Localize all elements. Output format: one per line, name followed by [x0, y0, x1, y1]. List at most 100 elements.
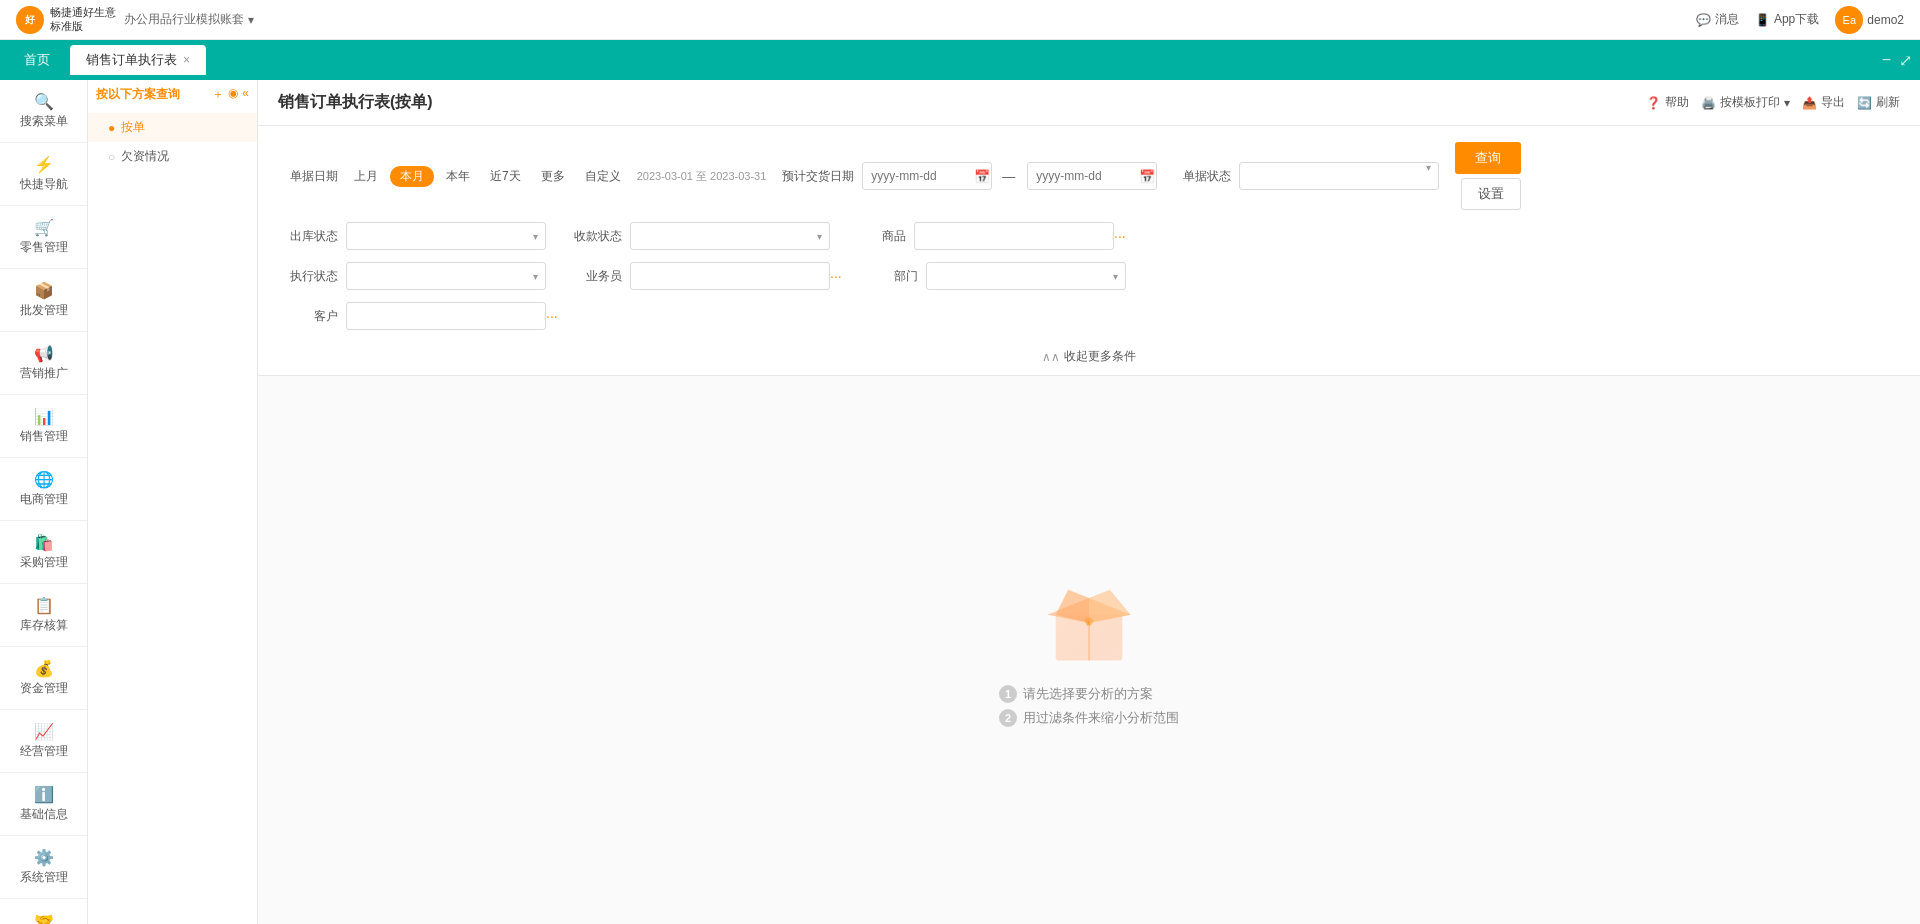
sidebar-item-finance-mgmt[interactable]: 💰 资金管理 [0, 647, 87, 710]
sidebar-item-enterprise-collab[interactable]: 🤝 企业协同 [0, 899, 87, 924]
exec-status-label: 执行状态 [278, 268, 338, 285]
message-button[interactable]: 💬 消息 [1696, 11, 1739, 28]
svg-marker-3 [1089, 590, 1131, 623]
customer-ellipsis-icon[interactable]: ··· [546, 308, 558, 324]
topbar-right: 💬 消息 📱 App下载 Ea demo2 [1696, 6, 1904, 34]
empty-state: ★ 1 请先选择要分析的方案 2 用过滤条件来缩小分析范围 [999, 573, 1179, 727]
empty-hints: 1 请先选择要分析的方案 2 用过滤条件来缩小分析范围 [999, 685, 1179, 727]
forecast-date-end-input[interactable] [1027, 162, 1157, 190]
customer-input[interactable] [346, 302, 546, 330]
user-profile[interactable]: Ea demo2 [1835, 6, 1904, 34]
settings-scheme-icon[interactable]: ◉ [228, 86, 238, 103]
period-bar: 上月 本月 本年 近7天 更多 自定义 [346, 166, 629, 187]
scheme-group: ● 按单 ○ 欠资情况 [88, 109, 257, 175]
dept-input[interactable] [926, 262, 1126, 290]
sidebar-item-system-mgmt[interactable]: ⚙️ 系统管理 [0, 836, 87, 899]
sidebar-item-marketing[interactable]: 📢 营销推广 [0, 332, 87, 395]
period-btn-近7天[interactable]: 近7天 [482, 166, 529, 187]
salesperson-label: 业务员 [562, 268, 622, 285]
sidebar-item-basic-info[interactable]: ℹ️ 基础信息 [0, 773, 87, 836]
sidebar-item-search-menu[interactable]: 🔍 搜索菜单 [0, 80, 87, 143]
period-btn-更多[interactable]: 更多 [533, 166, 573, 187]
sidebar-item-quick-nav[interactable]: ⚡ 快捷导航 [0, 143, 87, 206]
search-row-1: 单据日期 上月 本月 本年 近7天 更多 自定义 2023-03-01 至 20… [278, 142, 1900, 210]
empty-hint-2: 2 用过滤条件来缩小分析范围 [999, 709, 1179, 727]
help-button[interactable]: ❓ 帮助 [1646, 94, 1689, 111]
basic-info-icon: ℹ️ [4, 785, 83, 804]
page-header: 销售订单执行表(按单) ❓ 帮助 🖨️ 按模板打印 ▾ 📤 导出 🔄 刷新 [258, 80, 1920, 126]
scheme-label: 按以下方案查询 [96, 86, 180, 103]
sidebar-item-wholesale-mgmt[interactable]: 📦 批发管理 [0, 269, 87, 332]
retail-mgmt-icon: 🛒 [4, 218, 83, 237]
export-button[interactable]: 📤 导出 [1802, 94, 1845, 111]
empty-hint-1: 1 请先选择要分析的方案 [999, 685, 1179, 703]
sidebar-item-ecommerce-mgmt[interactable]: 🌐 电商管理 [0, 458, 87, 521]
out-status-label: 出库状态 [278, 228, 338, 245]
date-separator: — [998, 169, 1019, 184]
finance-mgmt-icon: 💰 [4, 659, 83, 678]
sidebar-item-retail-mgmt[interactable]: 🛒 零售管理 [0, 206, 87, 269]
period-btn-上月[interactable]: 上月 [346, 166, 386, 187]
product-label: 商品 [846, 228, 906, 245]
customer-select-wrap: ··· [346, 302, 558, 330]
hint-num-1: 1 [999, 685, 1017, 703]
forecast-date-label: 预计交货日期 [782, 168, 854, 185]
period-btn-本年[interactable]: 本年 [438, 166, 478, 187]
avatar: Ea [1835, 6, 1863, 34]
search-row-2: 出库状态 ▾ 收款状态 ▾ 商品 [278, 222, 1900, 250]
scheme-item-欠资情况[interactable]: ○ 欠资情况 [88, 142, 257, 171]
app-download-icon: 📱 [1755, 13, 1770, 27]
ecommerce-mgmt-icon: 🌐 [4, 470, 83, 489]
main-layout: 🔍 搜索菜单 ⚡ 快捷导航 🛒 零售管理 📦 批发管理 📢 营销推广 📊 销售管… [0, 80, 1920, 924]
print-button[interactable]: 🖨️ 按模板打印 ▾ [1701, 94, 1790, 111]
product-ellipsis-icon[interactable]: ··· [1114, 228, 1126, 244]
purchase-mgmt-icon: 🛍️ [4, 533, 83, 552]
tab-sales-order-exec[interactable]: 销售订单执行表 × [70, 45, 206, 75]
collapse-panel-icon[interactable]: « [242, 86, 249, 103]
salesperson-select-wrap: ··· [630, 262, 842, 290]
empty-illustration: ★ [1039, 573, 1139, 673]
add-scheme-icon[interactable]: ＋ [212, 86, 224, 103]
forecast-date-field: 预计交货日期 📅 — 📅 [782, 162, 1155, 190]
left-panel: 按以下方案查询 ＋ ◉ « ● 按单 ○ 欠资情况 [88, 80, 258, 924]
query-button[interactable]: 查询 [1455, 142, 1521, 174]
settings-button[interactable]: 设置 [1461, 178, 1521, 210]
inventory-check-icon: 📋 [4, 596, 83, 615]
sidebar-item-inventory-check[interactable]: 📋 库存核算 [0, 584, 87, 647]
sidebar-item-ops-mgmt[interactable]: 📈 经营管理 [0, 710, 87, 773]
sidebar-item-sales-mgmt[interactable]: 📊 销售管理 [0, 395, 87, 458]
tab-maximize-icon[interactable]: ⤢ [1899, 51, 1912, 70]
collapse-button[interactable]: ∧∧ 收起更多条件 [278, 342, 1900, 375]
product-field: 商品 ··· [846, 222, 1126, 250]
date-label: 单据日期 [278, 168, 338, 185]
receipt-status-input[interactable] [630, 222, 830, 250]
salesperson-input[interactable] [630, 262, 830, 290]
app-download-label: App下载 [1774, 11, 1819, 28]
topbar-left: 好 畅捷通好生意 标准版 办公用品行业模拟账套 ▾ [16, 6, 254, 34]
date-range-label: 2023-03-01 至 2023-03-31 [637, 169, 767, 184]
scheme-item-按单[interactable]: ● 按单 [88, 113, 257, 142]
doc-status-input[interactable] [1239, 162, 1439, 190]
action-buttons: 查询 设置 [1455, 142, 1521, 210]
period-btn-自定义[interactable]: 自定义 [577, 166, 629, 187]
period-btn-本月[interactable]: 本月 [390, 166, 434, 187]
tab-home[interactable]: 首页 [8, 45, 66, 75]
out-status-input[interactable] [346, 222, 546, 250]
forecast-date-start-wrap: 📅 [862, 162, 990, 190]
salesperson-ellipsis-icon[interactable]: ··· [830, 268, 842, 284]
app-download-button[interactable]: 📱 App下载 [1755, 11, 1819, 28]
breadcrumb-chevron-icon[interactable]: ▾ [248, 13, 254, 27]
quick-nav-icon: ⚡ [4, 155, 83, 174]
forecast-date-start-input[interactable] [862, 162, 992, 190]
product-input[interactable] [914, 222, 1114, 250]
tab-close-icon[interactable]: × [183, 53, 190, 67]
exec-status-input[interactable] [346, 262, 546, 290]
search-row-3: 执行状态 ▾ 业务员 ··· 部门 [278, 262, 1900, 290]
left-panel-scheme-section[interactable]: 按以下方案查询 ＋ ◉ « [88, 80, 257, 109]
topbar: 好 畅捷通好生意 标准版 办公用品行业模拟账套 ▾ 💬 消息 📱 App下载 E… [0, 0, 1920, 40]
sales-mgmt-icon: 📊 [4, 407, 83, 426]
receipt-status-select-wrap: ▾ [630, 222, 830, 250]
tab-minimize-icon[interactable]: − [1882, 51, 1891, 70]
refresh-button[interactable]: 🔄 刷新 [1857, 94, 1900, 111]
sidebar-item-purchase-mgmt[interactable]: 🛍️ 采购管理 [0, 521, 87, 584]
